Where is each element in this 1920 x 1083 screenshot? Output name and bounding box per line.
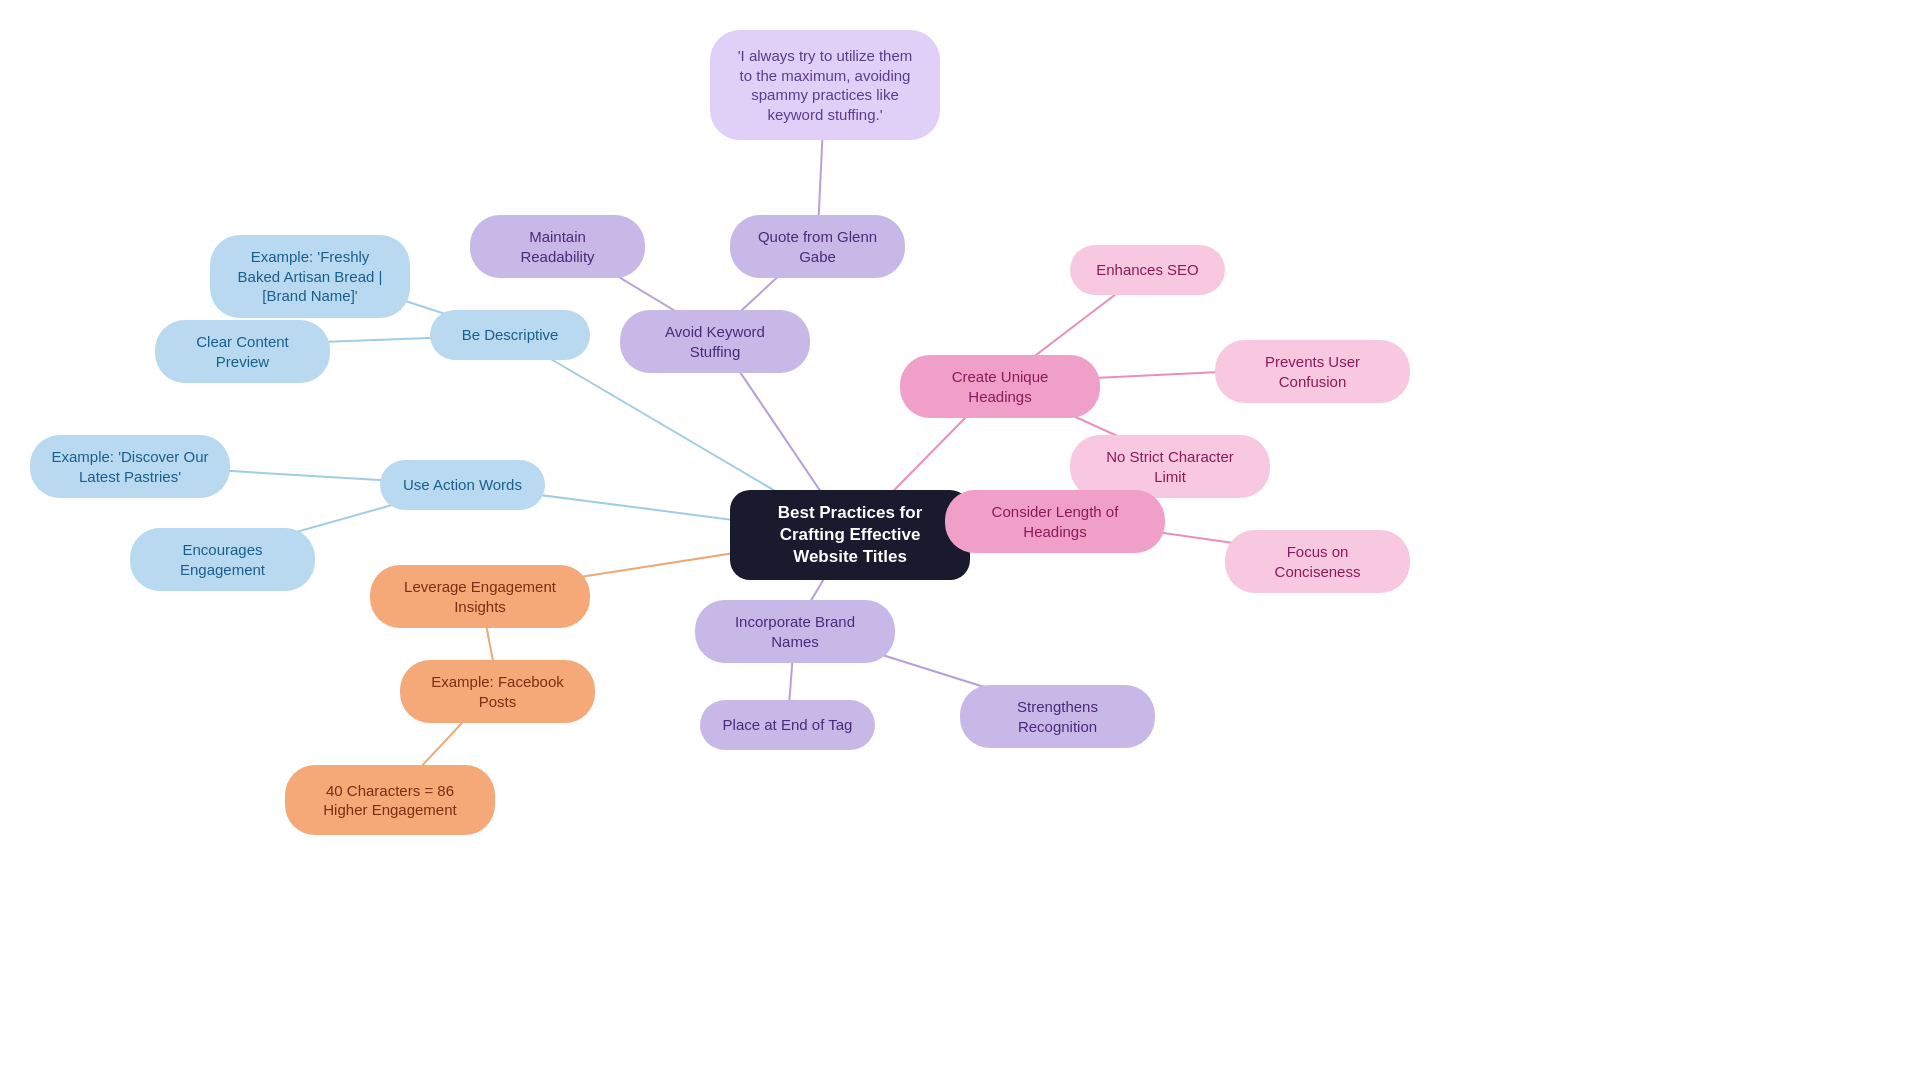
node-example-facebook[interactable]: Example: Facebook Posts bbox=[400, 660, 595, 723]
node-consider-length[interactable]: Consider Length of Headings bbox=[945, 490, 1165, 553]
node-create-unique[interactable]: Create Unique Headings bbox=[900, 355, 1100, 418]
node-no-strict-limit[interactable]: No Strict Character Limit bbox=[1070, 435, 1270, 498]
node-leverage-engagement[interactable]: Leverage Engagement Insights bbox=[370, 565, 590, 628]
node-quote-text[interactable]: 'I always try to utilize them to the max… bbox=[710, 30, 940, 140]
node-prevents-user-confusion[interactable]: Prevents User Confusion bbox=[1215, 340, 1410, 403]
node-quote-glenn[interactable]: Quote from Glenn Gabe bbox=[730, 215, 905, 278]
node-center[interactable]: Best Practices for Crafting Effective We… bbox=[730, 490, 970, 580]
node-place-end-tag[interactable]: Place at End of Tag bbox=[700, 700, 875, 750]
node-enhances-seo[interactable]: Enhances SEO bbox=[1070, 245, 1225, 295]
node-strengthens-recognition[interactable]: Strengthens Recognition bbox=[960, 685, 1155, 748]
mindmap-container: Best Practices for Crafting Effective We… bbox=[0, 0, 1920, 1083]
node-incorporate-brand[interactable]: Incorporate Brand Names bbox=[695, 600, 895, 663]
node-avoid-keyword-stuffing[interactable]: Avoid Keyword Stuffing bbox=[620, 310, 810, 373]
node-be-descriptive[interactable]: Be Descriptive bbox=[430, 310, 590, 360]
node-example-freshly[interactable]: Example: 'Freshly Baked Artisan Bread | … bbox=[210, 235, 410, 318]
node-focus-conciseness[interactable]: Focus on Conciseness bbox=[1225, 530, 1410, 593]
node-maintain-readability[interactable]: Maintain Readability bbox=[470, 215, 645, 278]
node-clear-content[interactable]: Clear Content Preview bbox=[155, 320, 330, 383]
node-40-characters[interactable]: 40 Characters = 86 Higher Engagement bbox=[285, 765, 495, 835]
node-use-action-words[interactable]: Use Action Words bbox=[380, 460, 545, 510]
node-encourages-engagement[interactable]: Encourages Engagement bbox=[130, 528, 315, 591]
node-example-discover[interactable]: Example: 'Discover Our Latest Pastries' bbox=[30, 435, 230, 498]
